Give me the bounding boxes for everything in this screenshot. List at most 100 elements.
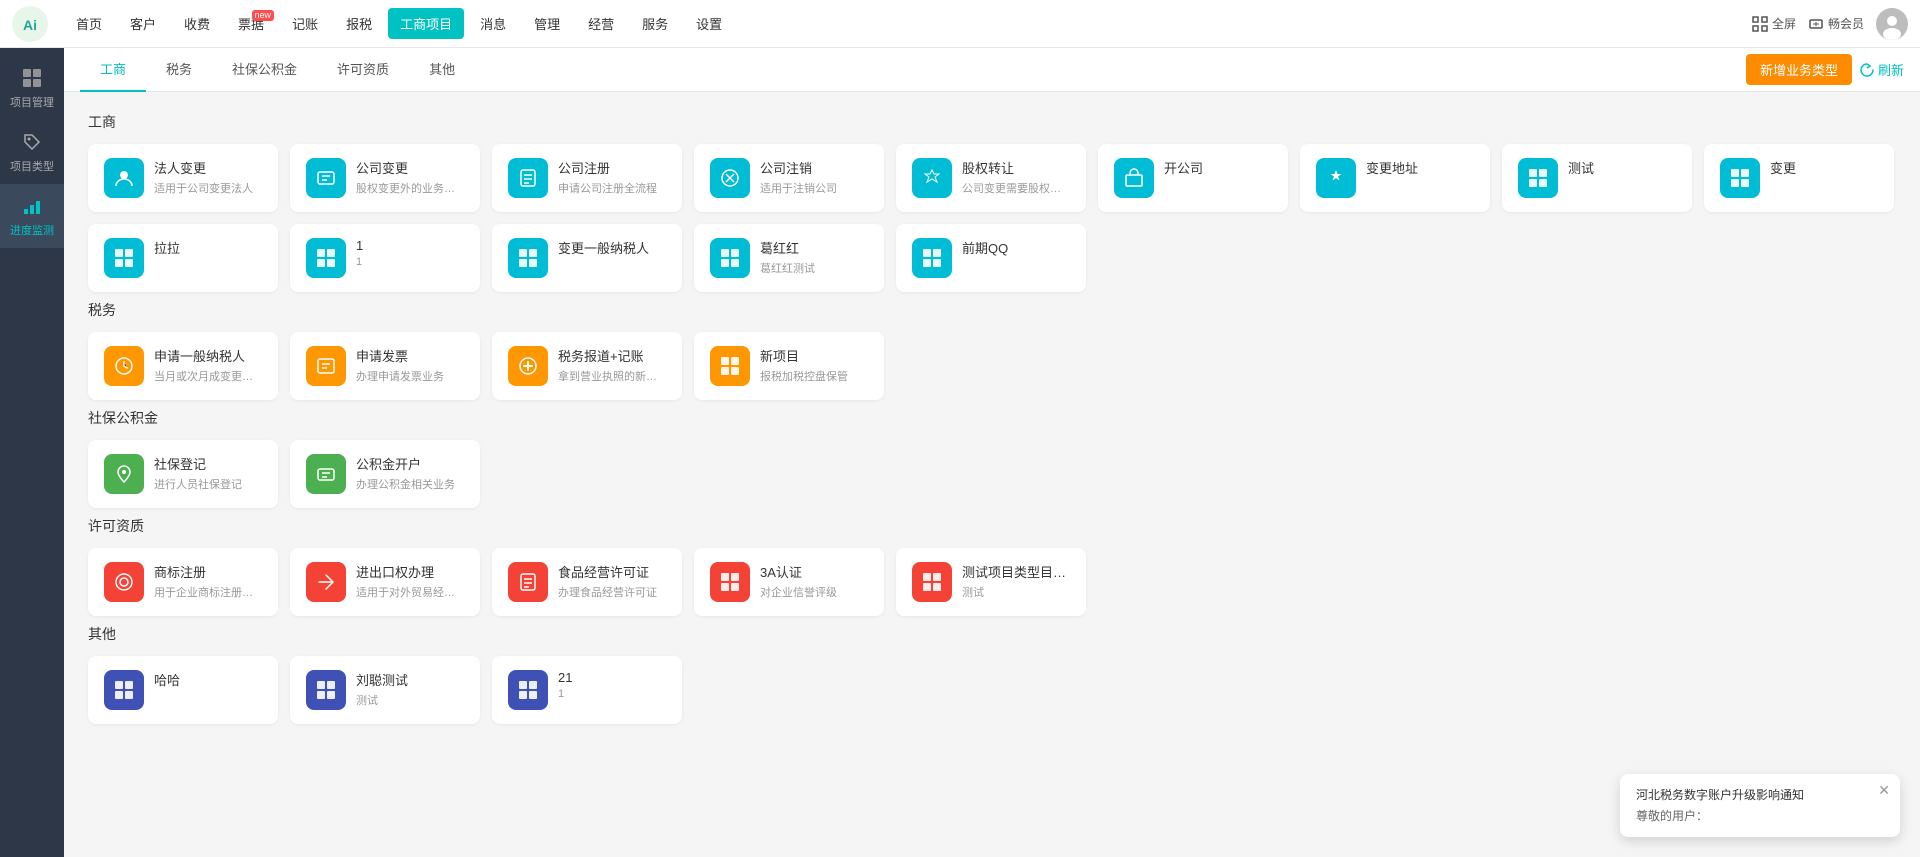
avatar[interactable] xyxy=(1876,8,1908,40)
card-desc-3-1: 适用于对外贸易经营者 xyxy=(356,584,464,600)
card-3-2[interactable]: 食品经营许可证 办理食品经营许可证 xyxy=(492,548,682,616)
sidebar-item-project-manage[interactable]: 项目管理 xyxy=(0,56,64,120)
card-0-12[interactable]: 葛红红 葛红红测试 xyxy=(694,224,884,292)
card-0-0[interactable]: 法人变更 适用于公司变更法人 xyxy=(88,144,278,212)
card-text-3-2: 食品经营许可证 办理食品经营许可证 xyxy=(558,562,666,600)
member-label: 畅会员 xyxy=(1828,15,1864,32)
card-icon-2-1 xyxy=(306,454,346,494)
nav-business[interactable]: 工商项目 xyxy=(388,8,464,39)
card-title-1-3: 新项目 xyxy=(760,346,868,365)
card-desc-0-4: 公司变更需要股权转让 xyxy=(962,180,1070,196)
tab-shebao[interactable]: 社保公积金 xyxy=(212,48,317,92)
card-0-3[interactable]: 公司注销 适用于注销公司 xyxy=(694,144,884,212)
nav-home[interactable]: 首页 xyxy=(64,8,114,39)
card-0-9[interactable]: 拉拉 xyxy=(88,224,278,292)
tabbar: 工商 税务 社保公积金 许可资质 其他 新增业务类型 刷新 xyxy=(64,48,1920,92)
card-0-13[interactable]: 前期QQ xyxy=(896,224,1086,292)
nav-message[interactable]: 消息 xyxy=(468,8,518,39)
tab-shuiwu[interactable]: 税务 xyxy=(146,48,212,92)
card-0-6[interactable]: 变更地址 xyxy=(1300,144,1490,212)
card-3-1[interactable]: 进出口权办理 适用于对外贸易经营者 xyxy=(290,548,480,616)
card-icon-1-1 xyxy=(306,346,346,386)
card-title-0-8: 变更 xyxy=(1770,158,1878,177)
app-logo[interactable]: Ai xyxy=(12,6,48,42)
cards-grid-xuke: 商标注册 用于企业商标注册服务 进出口权办理 适用于对外贸易经营者 xyxy=(88,548,1896,616)
member-btn[interactable]: 畅会员 xyxy=(1808,15,1864,32)
nav-settings[interactable]: 设置 xyxy=(684,8,734,39)
card-1-3[interactable]: 新项目 报税加税控盘保管 xyxy=(694,332,884,400)
tab-gongshang[interactable]: 工商 xyxy=(80,48,146,92)
card-2-0[interactable]: 社保登记 进行人员社保登记 xyxy=(88,440,278,508)
card-4-1[interactable]: 刘聪测试 测试 xyxy=(290,656,480,724)
sidebar-item-project-type[interactable]: 项目类型 xyxy=(0,120,64,184)
nav-ticket[interactable]: 票据 new xyxy=(226,8,276,39)
fullscreen-btn[interactable]: 全屏 xyxy=(1752,15,1796,32)
card-text-0-1: 公司变更 股权变更外的业务变更 xyxy=(356,158,464,196)
card-desc-3-3: 对企业信誉评级 xyxy=(760,584,868,600)
cards-grid-gongshang: 法人变更 适用于公司变更法人 公司变更 股权变更外的业务变更 xyxy=(88,144,1896,292)
main-layout: 项目管理 项目类型 进度监测 工商 税务 社保公积金 许可资质 其他 xyxy=(0,48,1920,857)
card-1-2[interactable]: 税务报道+记账 拿到营业执照的新公司 xyxy=(492,332,682,400)
tab-other[interactable]: 其他 xyxy=(409,48,475,92)
card-0-8[interactable]: 变更 xyxy=(1704,144,1894,212)
card-text-0-10: 1 1 xyxy=(356,238,464,268)
card-0-7[interactable]: 测试 xyxy=(1502,144,1692,212)
card-title-1-0: 申请一般纳税人 xyxy=(154,346,262,365)
section-title-other: 其他 xyxy=(88,624,1896,644)
card-text-0-7: 测试 xyxy=(1568,158,1676,180)
nav-service[interactable]: 服务 xyxy=(630,8,680,39)
card-4-2[interactable]: 21 1 xyxy=(492,656,682,724)
card-desc-3-4: 测试 xyxy=(962,584,1070,600)
card-1-0[interactable]: 申请一般纳税人 当月或次月成变更完成 xyxy=(88,332,278,400)
card-text-0-11: 变更一般纳税人 xyxy=(558,238,666,260)
cards-grid-shebao: 社保登记 进行人员社保登记 公积金开户 办理公积金相关业务 xyxy=(88,440,1896,508)
chart-icon xyxy=(20,194,44,218)
topnav-right: 全屏 畅会员 xyxy=(1752,8,1908,40)
card-desc-4-1: 测试 xyxy=(356,692,464,708)
card-title-4-1: 刘聪测试 xyxy=(356,670,464,689)
notification-close-btn[interactable]: ✕ xyxy=(1878,782,1890,799)
section-other: 其他 哈哈 xyxy=(88,624,1896,724)
notification-title: 河北税务数字账户升级影响通知 xyxy=(1636,786,1884,803)
nav-customer[interactable]: 客户 xyxy=(118,8,168,39)
card-3-0[interactable]: 商标注册 用于企业商标注册服务 xyxy=(88,548,278,616)
card-title-0-5: 开公司 xyxy=(1164,158,1272,177)
nav-manage[interactable]: 管理 xyxy=(522,8,572,39)
card-title-3-0: 商标注册 xyxy=(154,562,262,581)
card-icon-3-3 xyxy=(710,562,750,602)
card-0-11[interactable]: 变更一般纳税人 xyxy=(492,224,682,292)
card-icon-0-11 xyxy=(508,238,548,278)
nav-tax[interactable]: 报税 xyxy=(334,8,384,39)
section-xuke: 许可资质 商标注册 用于企业商标注册服务 xyxy=(88,516,1896,616)
card-text-3-0: 商标注册 用于企业商标注册服务 xyxy=(154,562,262,600)
sidebar-item-progress[interactable]: 进度监测 xyxy=(0,184,64,248)
card-3-3[interactable]: 3A认证 对企业信誉评级 xyxy=(694,548,884,616)
refresh-button[interactable]: 刷新 xyxy=(1860,60,1904,79)
new-type-button[interactable]: 新增业务类型 xyxy=(1746,54,1852,85)
card-1-1[interactable]: 申请发票 办理申请发票业务 xyxy=(290,332,480,400)
card-0-1[interactable]: 公司变更 股权变更外的业务变更 xyxy=(290,144,480,212)
card-text-3-4: 测试项目类型目定义 测试 xyxy=(962,562,1070,600)
card-icon-0-6 xyxy=(1316,158,1356,198)
nav-bookkeeping[interactable]: 记账 xyxy=(280,8,330,39)
card-icon-0-4 xyxy=(912,158,952,198)
card-3-4[interactable]: 测试项目类型目定义 测试 xyxy=(896,548,1086,616)
card-2-1[interactable]: 公积金开户 办理公积金相关业务 xyxy=(290,440,480,508)
card-0-5[interactable]: 开公司 xyxy=(1098,144,1288,212)
tab-xuke[interactable]: 许可资质 xyxy=(317,48,409,92)
card-icon-4-1 xyxy=(306,670,346,710)
nav-fee[interactable]: 收费 xyxy=(172,8,222,39)
card-icon-1-0 xyxy=(104,346,144,386)
cards-grid-shuiwu: 申请一般纳税人 当月或次月成变更完成 申请发票 办理申请发票业务 xyxy=(88,332,1896,400)
card-title-0-6: 变更地址 xyxy=(1366,158,1474,177)
card-text-0-5: 开公司 xyxy=(1164,158,1272,180)
card-0-2[interactable]: 公司注册 申请公司注册全流程 xyxy=(492,144,682,212)
main-scroll[interactable]: 工商 法人变更 适用于公司变更法人 xyxy=(64,92,1920,857)
card-text-2-0: 社保登记 进行人员社保登记 xyxy=(154,454,262,492)
card-4-0[interactable]: 哈哈 xyxy=(88,656,278,724)
card-text-0-6: 变更地址 xyxy=(1366,158,1474,180)
card-text-1-1: 申请发票 办理申请发票业务 xyxy=(356,346,464,384)
card-0-4[interactable]: 股权转让 公司变更需要股权转让 xyxy=(896,144,1086,212)
nav-operation[interactable]: 经营 xyxy=(576,8,626,39)
card-0-10[interactable]: 1 1 xyxy=(290,224,480,292)
